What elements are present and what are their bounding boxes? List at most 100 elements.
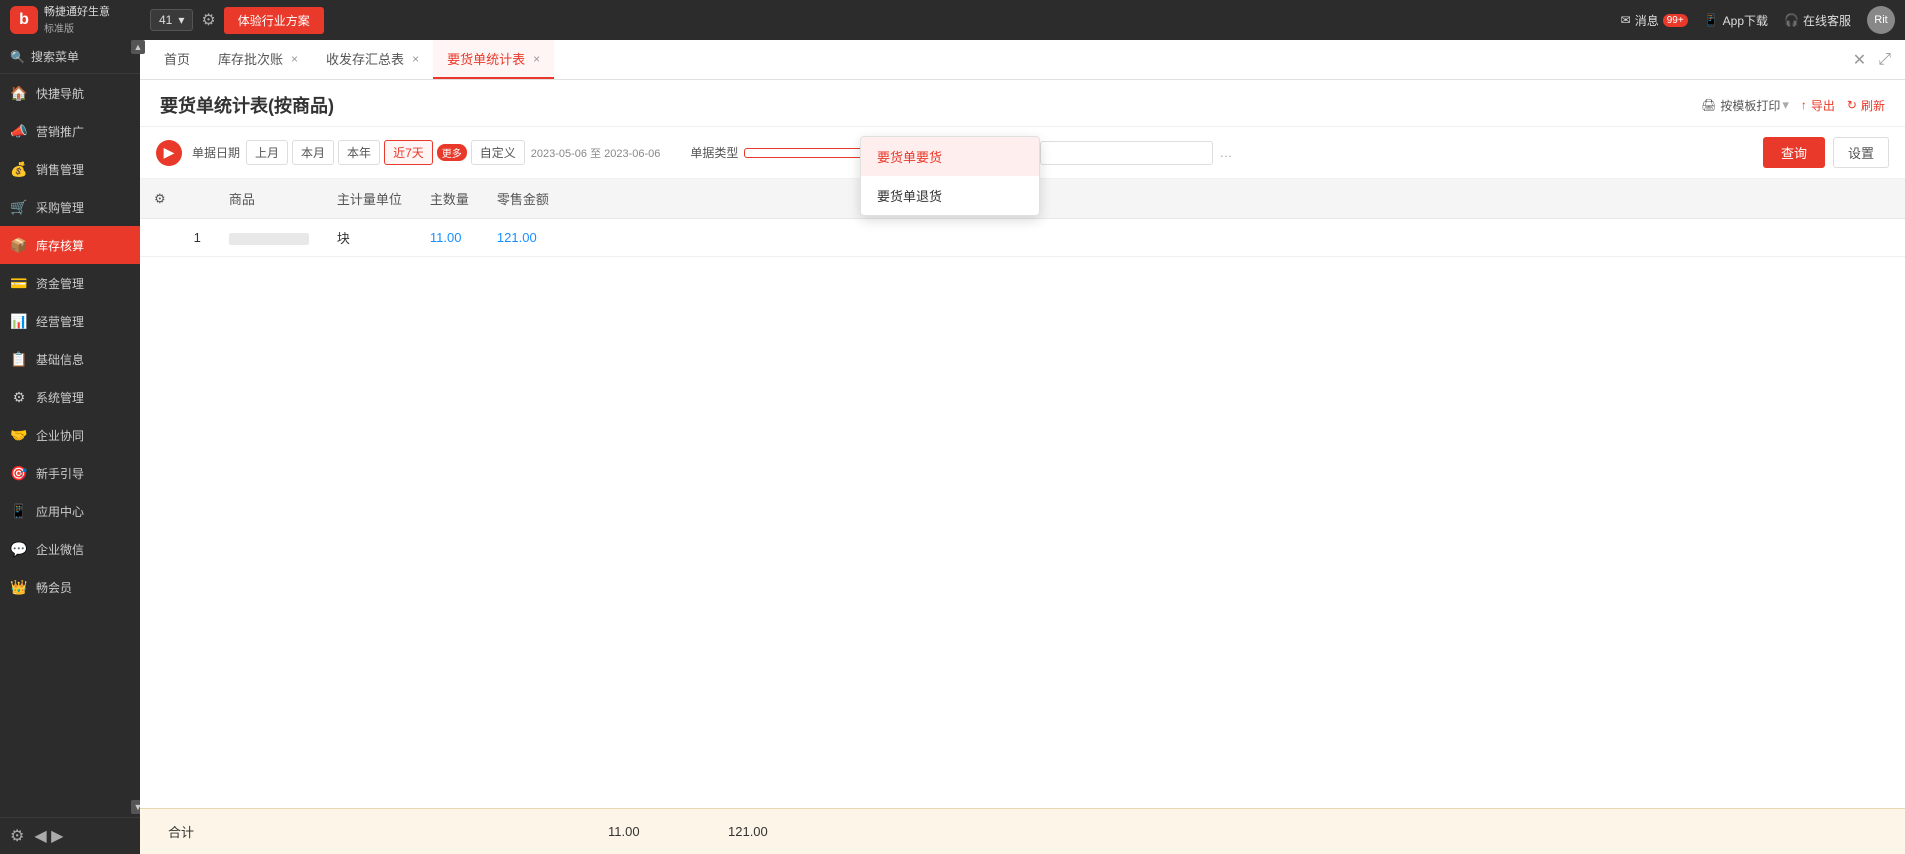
dropdown-item-order-goods[interactable]: 要货单要货 (861, 137, 1039, 176)
td-settings (140, 219, 180, 257)
prev-month-btn[interactable]: 上月 (246, 140, 288, 165)
th-quantity: 主数量 (416, 179, 483, 219)
sidebar-item-wechat[interactable]: 💬 企业微信 (0, 530, 140, 568)
warehouse-input[interactable] (1040, 141, 1213, 165)
guide-icon: 🎯 (10, 464, 28, 482)
page-header-actions: 🖨 按模板打印 ▾ ↑ 导出 ↻ 刷新 (1701, 97, 1885, 114)
sidebar-search[interactable]: 🔍 搜索菜单 (0, 40, 140, 74)
sidebar-item-label: 系统管理 (36, 389, 84, 406)
footer-amount: 121.00 (714, 824, 834, 839)
filter-date-group: 单据日期 上月 本月 本年 近7天 更多 自定义 2023-05-06 至 20… (192, 140, 660, 165)
filter-actions: 查询 设置 (1763, 137, 1889, 168)
cur-year-btn[interactable]: 本年 (338, 140, 380, 165)
settings-icon[interactable]: ⚙ (201, 10, 215, 30)
app-name-block: 畅捷通好生意 标准版 (44, 5, 110, 34)
chevron-down-icon: ▾ (178, 13, 184, 27)
sidebar-item-base-info[interactable]: 📋 基础信息 (0, 340, 140, 378)
sidebar-item-label: 采购管理 (36, 199, 84, 216)
sidebar-item-app-center[interactable]: 📱 应用中心 (0, 492, 140, 530)
close-all-btn[interactable]: ✕ (1849, 46, 1870, 74)
product-name-placeholder (229, 233, 309, 245)
sidebar-item-label: 销售管理 (36, 161, 84, 178)
base-info-icon: 📋 (10, 350, 28, 368)
date-quick-btns: 上月 本月 本年 近7天 更多 自定义 (246, 140, 525, 165)
settings-btn[interactable]: 设置 (1833, 137, 1889, 168)
sidebar: 🔍 搜索菜单 🏠 快捷导航 📣 营销推广 💰 销售管理 🛒 采购管理 📦 库存核… (0, 40, 140, 854)
tab-receivable-summary[interactable]: 收发存汇总表 × (312, 40, 433, 79)
sidebar-item-label: 应用中心 (36, 503, 84, 520)
print-btn[interactable]: 🖨 按模板打印 (1701, 97, 1780, 114)
scroll-up[interactable]: ▲ (131, 40, 145, 54)
sidebar-item-finance[interactable]: 💳 资金管理 (0, 264, 140, 302)
trial-btn[interactable]: 体验行业方案 (224, 7, 324, 34)
filter-expand-btn[interactable]: ▶ (156, 140, 182, 166)
tab-inventory-batch-label: 库存批次账 (218, 49, 283, 68)
search-icon: 🔍 (10, 50, 25, 64)
user-avatar[interactable]: Rit (1867, 6, 1895, 34)
custom-date-btn[interactable]: 自定义 (471, 140, 525, 165)
print-dropdown: 🖨 按模板打印 ▾ (1701, 97, 1789, 114)
query-btn[interactable]: 查询 (1763, 137, 1825, 168)
warehouse-more-icon[interactable]: … (1219, 145, 1232, 160)
system-icon: ⚙ (10, 388, 28, 406)
sidebar-item-label: 企业协同 (36, 427, 84, 444)
tab-home[interactable]: 首页 (150, 40, 204, 79)
td-amount[interactable]: 121.00 (483, 219, 563, 257)
table-row: 1 块 11.00 121.00 (140, 219, 1905, 257)
company-selector[interactable]: 41 ▾ (150, 9, 193, 31)
online-service-btn[interactable]: 🎧 在线客服 (1784, 12, 1851, 29)
sidebar-item-sales[interactable]: 💰 销售管理 (0, 150, 140, 188)
doctype-dropdown: 要货单要货 要货单退货 (860, 136, 1040, 216)
sidebar-item-business[interactable]: 📊 经营管理 (0, 302, 140, 340)
th-settings[interactable]: ⚙ (140, 179, 180, 219)
td-quantity[interactable]: 11.00 (416, 219, 483, 257)
collab-icon: 🤝 (10, 426, 28, 444)
dropdown-item-label: 要货单要货 (877, 150, 942, 165)
tab-order-stats[interactable]: 要货单统计表 × (433, 40, 554, 79)
sidebar-item-quick-nav[interactable]: 🏠 快捷导航 (0, 74, 140, 112)
export-btn[interactable]: ↑ 导出 (1801, 97, 1835, 114)
marketing-icon: 📣 (10, 122, 28, 140)
collapse-icon[interactable]: ◀ ▶ (34, 826, 63, 846)
maximize-btn[interactable]: ⤢ (1874, 47, 1895, 73)
company-selector-text: 41 (159, 13, 172, 27)
sidebar-item-collab[interactable]: 🤝 企业协同 (0, 416, 140, 454)
sidebar-item-label: 资金管理 (36, 275, 84, 292)
finance-icon: 💳 (10, 274, 28, 292)
print-dropdown-arrow[interactable]: ▾ (1782, 97, 1789, 113)
tab-receivable-summary-close[interactable]: × (412, 52, 419, 66)
quick-nav-icon: 🏠 (10, 84, 28, 102)
more-date-badge[interactable]: 更多 (437, 144, 467, 161)
online-service-label: 在线客服 (1803, 12, 1851, 29)
app-download-btn[interactable]: 📱 App下载 (1704, 12, 1768, 29)
sidebar-item-label: 基础信息 (36, 351, 84, 368)
refresh-btn[interactable]: ↻ 刷新 (1847, 97, 1885, 114)
dropdown-item-order-return[interactable]: 要货单退货 (861, 176, 1039, 215)
sidebar-item-label: 经营管理 (36, 313, 84, 330)
sidebar-item-label: 企业微信 (36, 541, 84, 558)
cur-month-btn[interactable]: 本月 (292, 140, 334, 165)
export-btn-label: 导出 (1811, 97, 1835, 114)
messages-btn[interactable]: ✉ 消息 99+ (1621, 12, 1688, 29)
date-filter-label: 单据日期 (192, 144, 240, 161)
tab-inventory-batch[interactable]: 库存批次账 × (204, 40, 312, 79)
tab-order-stats-close[interactable]: × (533, 52, 540, 66)
sidebar-item-system[interactable]: ⚙ 系统管理 (0, 378, 140, 416)
last7days-btn[interactable]: 近7天 (384, 140, 433, 165)
tab-inventory-batch-close[interactable]: × (291, 52, 298, 66)
sidebar-item-member[interactable]: 👑 畅会员 (0, 568, 140, 606)
tab-order-stats-label: 要货单统计表 (447, 49, 525, 68)
inventory-icon: 📦 (10, 236, 28, 254)
sidebar-item-inventory[interactable]: 📦 库存核算 (0, 226, 140, 264)
topbar: b 畅捷通好生意 标准版 41 ▾ ⚙ 体验行业方案 ✉ 消息 99+ 📱 Ap… (0, 0, 1905, 40)
tabbar: 首页 库存批次账 × 收发存汇总表 × 要货单统计表 × ✕ ⤢ (140, 40, 1905, 80)
refresh-icon: ↻ (1847, 98, 1857, 112)
sidebar-item-marketing[interactable]: 📣 营销推广 (0, 112, 140, 150)
sidebar-item-label: 营销推广 (36, 123, 84, 140)
footer-quantity: 11.00 (594, 824, 714, 839)
settings-bottom-icon[interactable]: ⚙ (10, 826, 24, 846)
export-icon: ↑ (1801, 98, 1807, 112)
sidebar-item-guide[interactable]: 🎯 新手引导 (0, 454, 140, 492)
sidebar-item-purchase[interactable]: 🛒 采购管理 (0, 188, 140, 226)
topbar-center: 41 ▾ ⚙ 体验行业方案 (150, 7, 1621, 34)
